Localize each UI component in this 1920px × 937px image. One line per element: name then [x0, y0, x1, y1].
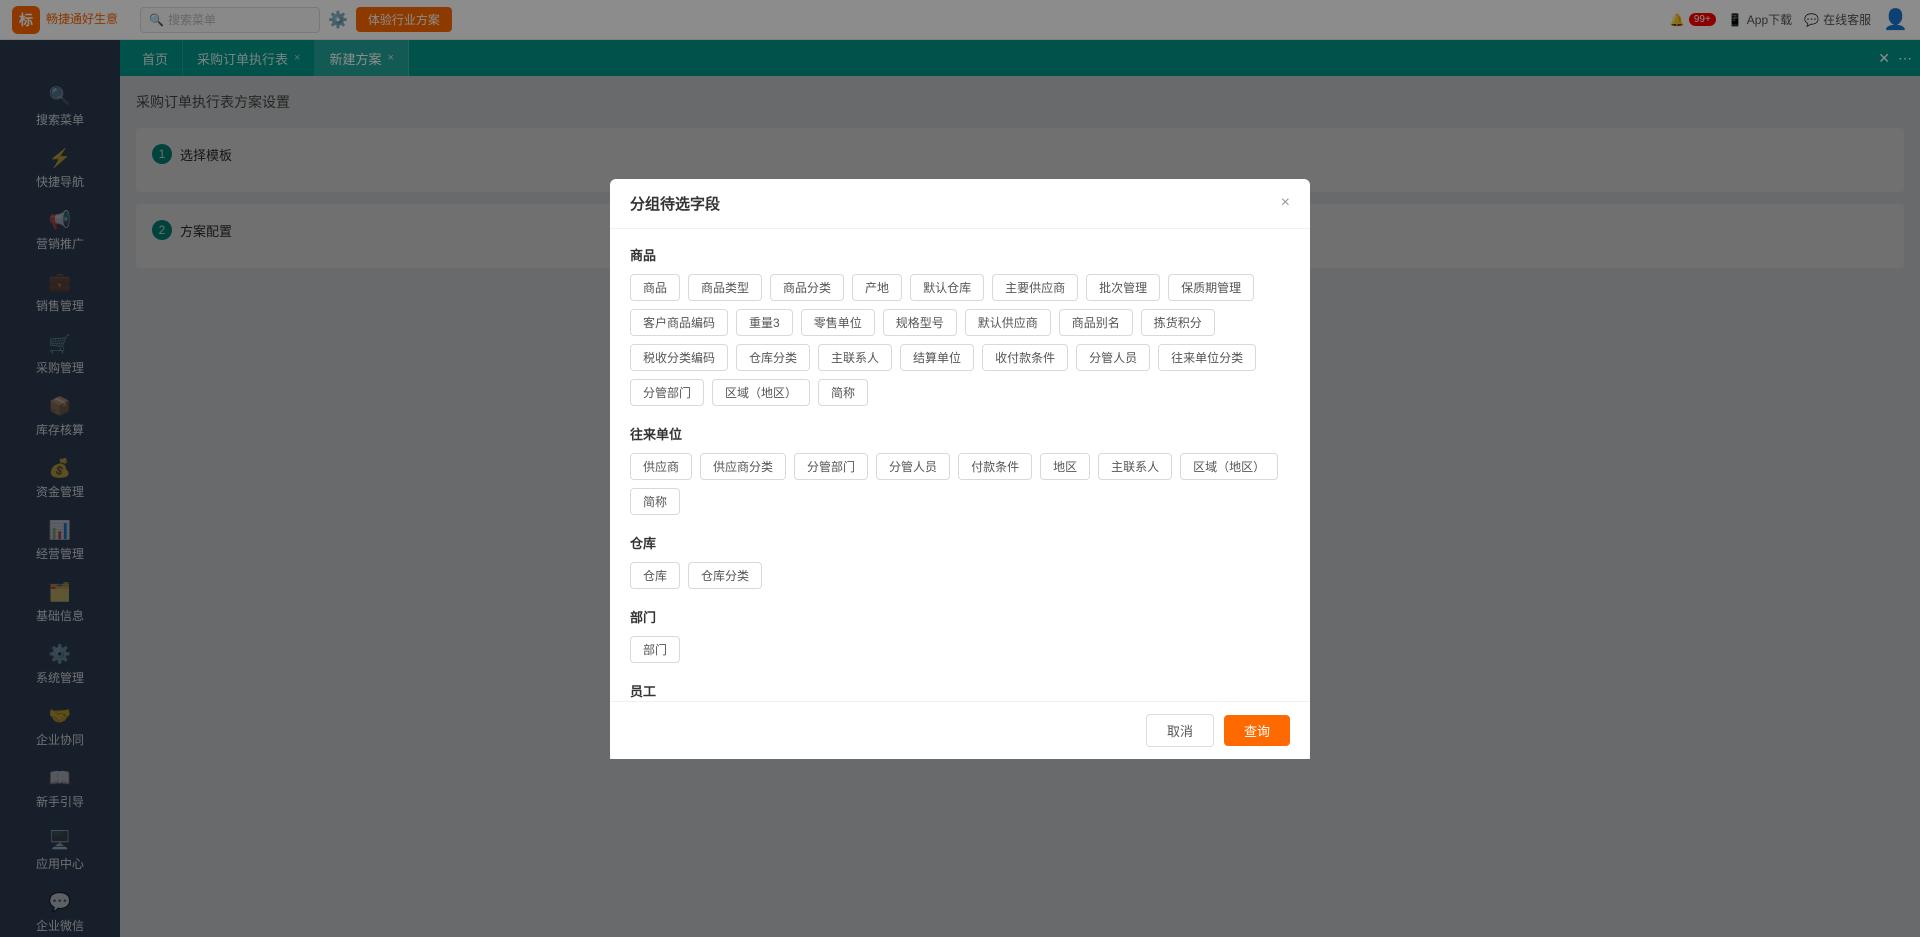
modal-close-btn[interactable]: ×: [1281, 194, 1290, 212]
field-chips-dept: 部门: [630, 636, 1290, 663]
field-chips-warehouse: 仓库 仓库分类: [630, 562, 1290, 589]
chip-主要供应商[interactable]: 主要供应商: [992, 274, 1078, 301]
modal-header: 分组待选字段 ×: [610, 179, 1310, 229]
chip-仓库分类[interactable]: 仓库分类: [736, 344, 810, 371]
chip-商品分类[interactable]: 商品分类: [770, 274, 844, 301]
chip-批次管理[interactable]: 批次管理: [1086, 274, 1160, 301]
field-group-product: 商品 商品 商品类型 商品分类 产地 默认仓库 主要供应商 批次管理 保质期管理…: [630, 245, 1290, 406]
chip-商品类型[interactable]: 商品类型: [688, 274, 762, 301]
chip-默认仓库[interactable]: 默认仓库: [910, 274, 984, 301]
chip-往来单位分类[interactable]: 往来单位分类: [1158, 344, 1256, 371]
chip-规格型号[interactable]: 规格型号: [883, 309, 957, 336]
chip-分管部门2[interactable]: 分管部门: [794, 453, 868, 480]
chip-地区[interactable]: 地区: [1040, 453, 1090, 480]
chip-客户商品编码[interactable]: 客户商品编码: [630, 309, 728, 336]
cancel-button[interactable]: 取消: [1146, 714, 1214, 747]
confirm-button[interactable]: 查询: [1224, 715, 1290, 746]
chip-零售单位[interactable]: 零售单位: [801, 309, 875, 336]
field-group-title-staff: 员工: [630, 681, 1290, 700]
field-group-partner: 往来单位 供应商 供应商分类 分管部门 分管人员 付款条件 地区 主联系人 区域…: [630, 424, 1290, 515]
field-group-warehouse: 仓库 仓库 仓库分类: [630, 533, 1290, 589]
chip-付款条件[interactable]: 付款条件: [958, 453, 1032, 480]
modal: 分组待选字段 × 商品 商品 商品类型 商品分类 产地 默认仓库 主要供应商 批…: [610, 179, 1310, 759]
field-chips-partner: 供应商 供应商分类 分管部门 分管人员 付款条件 地区 主联系人 区域（地区） …: [630, 453, 1290, 515]
chip-商品[interactable]: 商品: [630, 274, 680, 301]
chip-分管人员[interactable]: 分管人员: [1076, 344, 1150, 371]
chip-产地[interactable]: 产地: [852, 274, 902, 301]
chip-默认供应商[interactable]: 默认供应商: [965, 309, 1051, 336]
modal-body: 商品 商品 商品类型 商品分类 产地 默认仓库 主要供应商 批次管理 保质期管理…: [610, 229, 1310, 750]
chip-简称2[interactable]: 简称: [630, 488, 680, 515]
chip-供应商分类[interactable]: 供应商分类: [700, 453, 786, 480]
chip-商品别名[interactable]: 商品别名: [1059, 309, 1133, 336]
chip-供应商[interactable]: 供应商: [630, 453, 692, 480]
chip-分管人员2[interactable]: 分管人员: [876, 453, 950, 480]
chip-主联系人[interactable]: 主联系人: [818, 344, 892, 371]
chip-分管部门[interactable]: 分管部门: [630, 379, 704, 406]
chip-收付款条件[interactable]: 收付款条件: [982, 344, 1068, 371]
chip-仓库[interactable]: 仓库: [630, 562, 680, 589]
chip-部门[interactable]: 部门: [630, 636, 680, 663]
modal-title: 分组待选字段: [630, 193, 720, 214]
chip-区域地区2[interactable]: 区域（地区）: [1180, 453, 1278, 480]
modal-overlay: 分组待选字段 × 商品 商品 商品类型 商品分类 产地 默认仓库 主要供应商 批…: [0, 0, 1920, 937]
field-chips-product: 商品 商品类型 商品分类 产地 默认仓库 主要供应商 批次管理 保质期管理 客户…: [630, 274, 1290, 406]
chip-税收分类编码[interactable]: 税收分类编码: [630, 344, 728, 371]
modal-footer: 取消 查询: [610, 701, 1310, 759]
chip-主联系人2[interactable]: 主联系人: [1098, 453, 1172, 480]
field-group-title-partner: 往来单位: [630, 424, 1290, 443]
chip-重量3[interactable]: 重量3: [736, 309, 793, 336]
chip-拣货积分[interactable]: 拣货积分: [1141, 309, 1215, 336]
field-group-title-dept: 部门: [630, 607, 1290, 626]
chip-简称[interactable]: 简称: [818, 379, 868, 406]
chip-仓库分类2[interactable]: 仓库分类: [688, 562, 762, 589]
chip-保质期管理[interactable]: 保质期管理: [1168, 274, 1254, 301]
chip-区域地区[interactable]: 区域（地区）: [712, 379, 810, 406]
field-group-title-product: 商品: [630, 245, 1290, 264]
chip-结算单位[interactable]: 结算单位: [900, 344, 974, 371]
field-group-title-warehouse: 仓库: [630, 533, 1290, 552]
field-group-dept: 部门 部门: [630, 607, 1290, 663]
